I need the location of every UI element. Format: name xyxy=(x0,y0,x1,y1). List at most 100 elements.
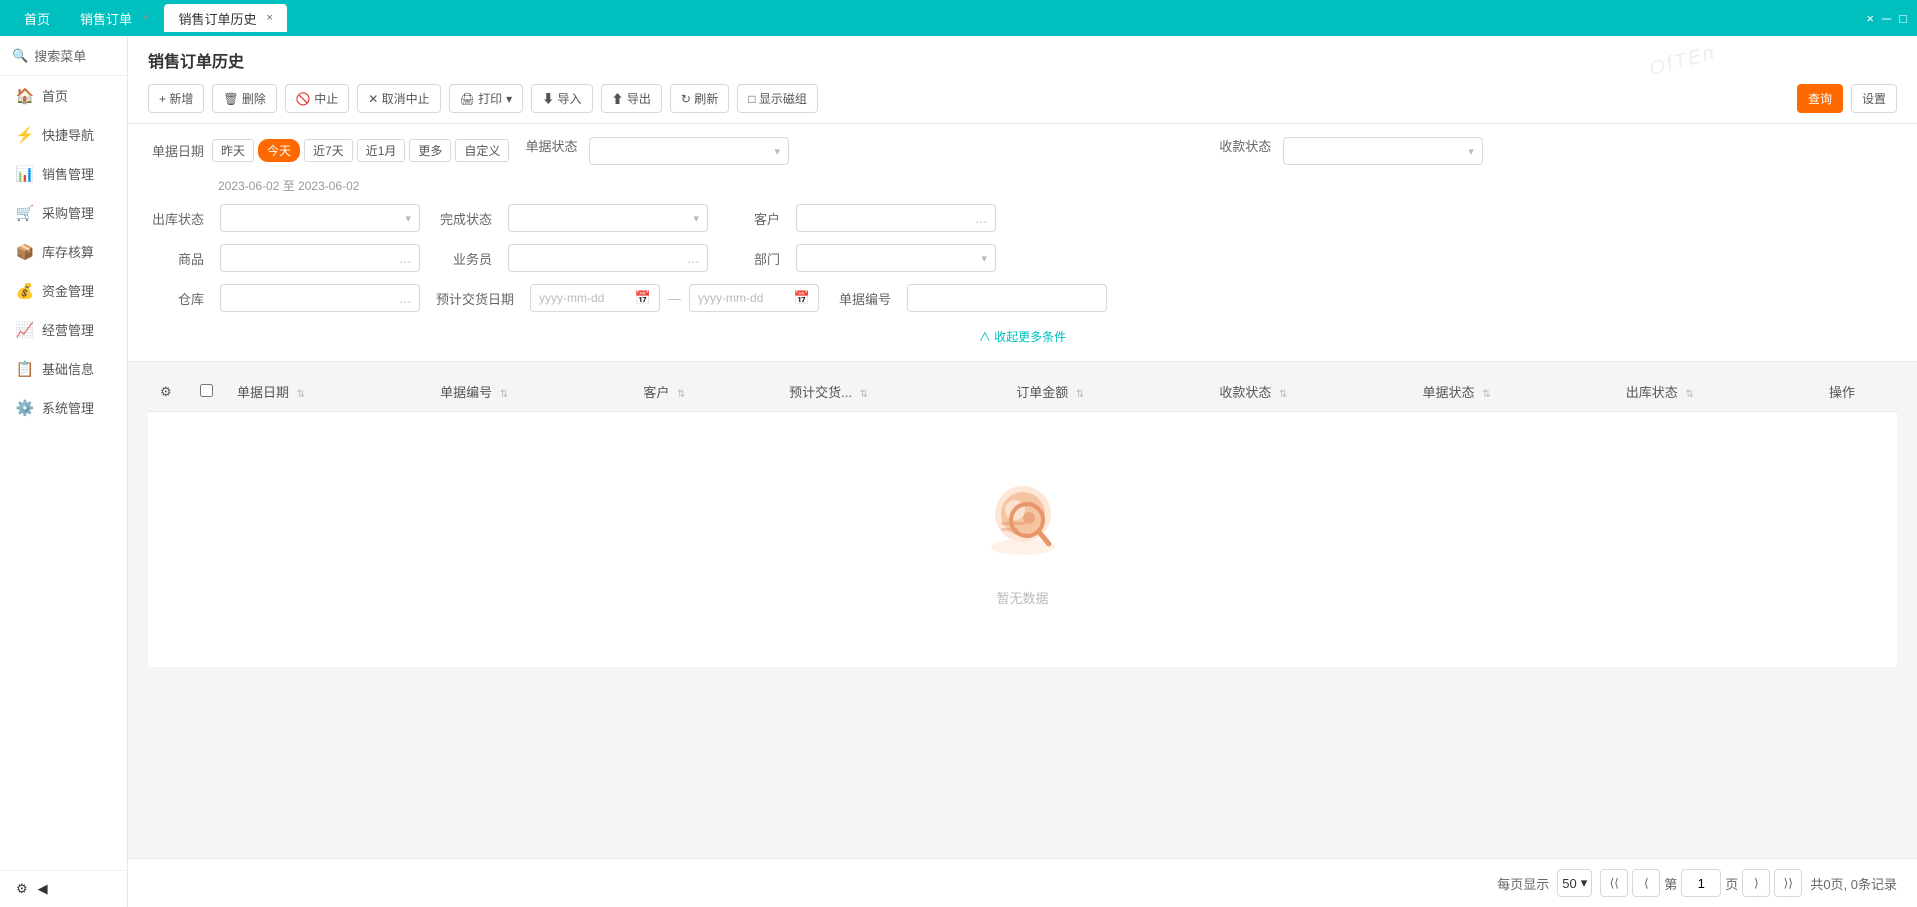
export-button[interactable]: ⬆ 导出 xyxy=(601,84,662,113)
sidebar-item-system[interactable]: ⚙️ 系统管理 xyxy=(0,388,127,427)
chevron-down-icon: ▾ xyxy=(981,252,987,265)
date-1month-btn[interactable]: 近1月 xyxy=(357,139,406,162)
select-all-checkbox[interactable] xyxy=(200,384,213,397)
col-delivery[interactable]: 预计交货... ⇅ xyxy=(777,372,1004,412)
new-button[interactable]: + 新增 xyxy=(148,84,204,113)
import-button[interactable]: ⬇ 导入 xyxy=(531,84,592,113)
order-status-label: 单据状态 xyxy=(525,139,577,154)
col-warehouse-status[interactable]: 出库状态 ⇅ xyxy=(1614,372,1817,412)
top-bar: 首页 销售订单 × 销售订单历史 × × ─ □ xyxy=(0,0,1917,36)
tab-home[interactable]: 首页 xyxy=(10,4,64,32)
next-page-btn[interactable]: ⟩ xyxy=(1742,869,1770,897)
sidebar-item-finance[interactable]: 💰 资金管理 xyxy=(0,271,127,310)
col-checkbox[interactable] xyxy=(188,372,225,412)
sidebar-item-inventory[interactable]: 📦 库存核算 xyxy=(0,232,127,271)
tab-sales-order-history[interactable]: 销售订单历史 × xyxy=(164,4,286,32)
sidebar-search[interactable]: 🔍 搜索菜单 xyxy=(0,36,127,76)
main-layout: 🔍 搜索菜单 🏠 首页 ⚡ 快捷导航 📊 销售管理 🛒 采购管理 📦 库存核算 … xyxy=(0,36,1917,907)
salesperson-dots-icon[interactable]: ... xyxy=(687,250,699,266)
last-page-btn[interactable]: ⟩⟩ xyxy=(1774,869,1802,897)
inventory-icon: 📦 xyxy=(16,243,34,261)
chevron-down-icon: ▾ xyxy=(1581,875,1588,891)
filter-order-no: 单据编号 xyxy=(835,284,1107,312)
col-settings[interactable]: ⚙ xyxy=(148,372,188,412)
cancel-stop-button[interactable]: ✕ 取消中止 xyxy=(357,84,440,113)
home-icon: 🏠 xyxy=(16,87,34,105)
filter-complete-status: 完成状态 ▾ xyxy=(436,204,708,232)
query-button[interactable]: 查询 xyxy=(1797,84,1843,113)
col-order-status[interactable]: 单据状态 ⇅ xyxy=(1411,372,1614,412)
complete-status-label: 完成状态 xyxy=(436,209,492,228)
sidebar-item-quick-nav[interactable]: ⚡ 快捷导航 xyxy=(0,115,127,154)
filter-payment-status: 收款状态 ▾ xyxy=(1219,136,1897,165)
sort-icon: ⇅ xyxy=(500,389,508,400)
top-bar-maximize[interactable]: □ xyxy=(1899,11,1907,26)
sidebar-item-operations[interactable]: 📈 经营管理 xyxy=(0,310,127,349)
empty-text: 暂无数据 xyxy=(996,588,1048,607)
sidebar-settings-icon[interactable]: ⚙ xyxy=(16,881,28,897)
col-order-no[interactable]: 单据编号 ⇅ xyxy=(428,372,631,412)
complete-status-select[interactable]: ▾ xyxy=(508,204,708,232)
col-payment-status[interactable]: 收款状态 ⇅ xyxy=(1207,372,1410,412)
salesperson-label: 业务员 xyxy=(436,249,492,268)
stop-button[interactable]: 🚫 中止 xyxy=(285,84,349,113)
system-icon: ⚙️ xyxy=(16,399,34,417)
current-page-input[interactable] xyxy=(1681,869,1721,897)
customer-input[interactable]: ... xyxy=(796,204,996,232)
date-today-btn[interactable]: 今天 xyxy=(258,139,300,162)
sort-icon: ⇅ xyxy=(297,389,305,400)
filter-delivery-date: 预计交货日期 yyyy-mm-dd 📅 — yyyy-mm-dd 📅 xyxy=(436,284,819,312)
col-customer[interactable]: 客户 ⇅ xyxy=(631,372,777,412)
close-sales-order-history-tab[interactable]: × xyxy=(266,12,272,24)
delivery-date-label: 预计交货日期 xyxy=(436,289,514,308)
prev-page-btn[interactable]: ⟨ xyxy=(1632,869,1660,897)
top-bar-right: × ─ □ xyxy=(1866,11,1907,26)
date-yesterday-btn[interactable]: 昨天 xyxy=(212,139,254,162)
total-info: 共0页, 0条记录 xyxy=(1810,874,1897,893)
warehouse-input[interactable]: ... xyxy=(220,284,420,312)
filter-order-status: 单据状态 ▾ xyxy=(525,136,1203,165)
filter-row-1: 单据日期 昨天 今天 近7天 近1月 更多 自定义 单据状态 xyxy=(148,136,1897,165)
top-bar-minimize[interactable]: ─ xyxy=(1882,11,1891,26)
goods-dots-icon[interactable]: ... xyxy=(399,250,411,266)
settings-button[interactable]: 设置 xyxy=(1851,84,1897,113)
page-size-select[interactable]: 50 ▾ xyxy=(1557,869,1592,897)
col-date[interactable]: 单据日期 ⇅ xyxy=(225,372,428,412)
date-quick-btns: 昨天 今天 近7天 近1月 更多 自定义 xyxy=(212,139,509,162)
date-custom-btn[interactable]: 自定义 xyxy=(455,139,509,162)
department-select[interactable]: ▾ xyxy=(796,244,996,272)
warehouse-label: 仓库 xyxy=(148,289,204,308)
salesperson-input[interactable]: ... xyxy=(508,244,708,272)
col-amount[interactable]: 订单金额 ⇅ xyxy=(1004,372,1207,412)
date-more-btn[interactable]: 更多 xyxy=(409,139,451,162)
sidebar-item-purchase[interactable]: 🛒 采购管理 xyxy=(0,193,127,232)
sidebar-collapse-icon[interactable]: ◀ xyxy=(38,881,48,897)
delivery-date-to[interactable]: yyyy-mm-dd 📅 xyxy=(689,284,819,312)
display-cols-button[interactable]: □ 显示磁组 xyxy=(737,84,818,113)
collapse-toggle[interactable]: ∧ 收起更多条件 xyxy=(148,324,1897,349)
sidebar-item-home[interactable]: 🏠 首页 xyxy=(0,76,127,115)
first-page-btn[interactable]: ⟨⟨ xyxy=(1600,869,1628,897)
sidebar-item-sales[interactable]: 📊 销售管理 xyxy=(0,154,127,193)
delivery-date-from[interactable]: yyyy-mm-dd 📅 xyxy=(530,284,660,312)
payment-status-select[interactable]: ▾ xyxy=(1283,137,1483,165)
sidebar-bottom: ⚙ ◀ xyxy=(0,870,127,907)
refresh-button[interactable]: ↻ 刷新 xyxy=(670,84,729,113)
sort-icon: ⇅ xyxy=(1076,389,1084,400)
sidebar-item-basic-info[interactable]: 📋 基础信息 xyxy=(0,349,127,388)
customer-dots-icon[interactable]: ... xyxy=(975,210,987,226)
table-area: ⚙ 单据日期 ⇅ 单据编号 ⇅ 客户 ⇅ xyxy=(128,362,1917,858)
warehouse-dots-icon[interactable]: ... xyxy=(399,290,411,306)
top-bar-close[interactable]: × xyxy=(1866,11,1874,26)
date-7days-btn[interactable]: 近7天 xyxy=(304,139,353,162)
order-status-select[interactable]: ▾ xyxy=(589,137,789,165)
close-sales-order-tab[interactable]: × xyxy=(142,12,148,24)
tab-sales-order[interactable]: 销售订单 × xyxy=(66,4,162,32)
table-header-row: ⚙ 单据日期 ⇅ 单据编号 ⇅ 客户 ⇅ xyxy=(148,372,1897,412)
warehouse-status-select[interactable]: ▾ xyxy=(220,204,420,232)
delete-button[interactable]: 🗑 删除 xyxy=(212,84,277,113)
print-button[interactable]: 🖨 打印 ▾ xyxy=(449,84,524,113)
order-no-input[interactable] xyxy=(907,284,1107,312)
goods-label: 商品 xyxy=(148,249,204,268)
goods-input[interactable]: ... xyxy=(220,244,420,272)
